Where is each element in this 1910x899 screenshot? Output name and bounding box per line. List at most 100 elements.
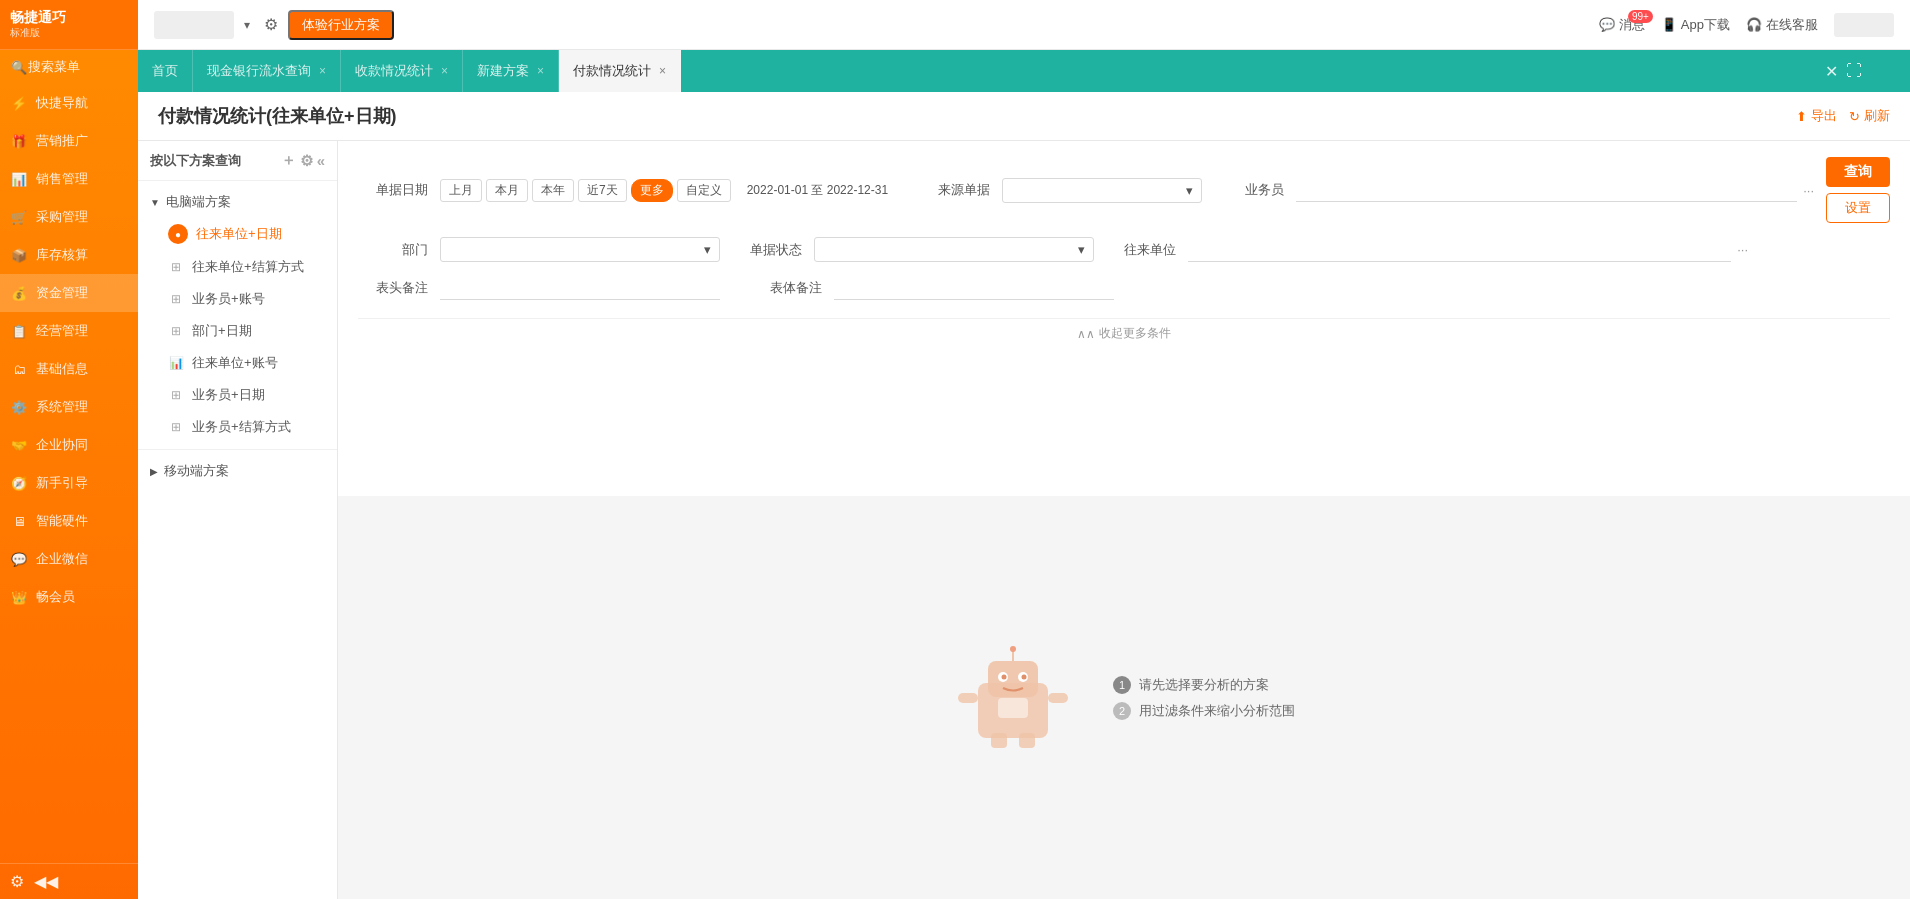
query-button[interactable]: 查询: [1826, 157, 1890, 187]
user-profile-item[interactable]: [1834, 13, 1894, 37]
mobile-scheme-section-header[interactable]: ▶ 移动端方案: [138, 456, 337, 486]
app-download-item[interactable]: 📱 App下载: [1661, 16, 1730, 34]
date-btn-this-year[interactable]: 本年: [532, 179, 574, 202]
sidebar-item-sales[interactable]: 📊 销售管理: [0, 160, 138, 198]
date-btn-this-month[interactable]: 本月: [486, 179, 528, 202]
scheme-settings-button[interactable]: ⚙: [300, 152, 313, 170]
main-area: ▾ ⚙ 体验行业方案 💬 消息 99+ 📱 App下载 🎧 在线客服 首页: [138, 0, 1910, 899]
user-profile-avatar: [1834, 13, 1894, 37]
sidebar-item-basic[interactable]: 🗂 基础信息: [0, 350, 138, 388]
sidebar-item-marketing[interactable]: 🎁 营销推广: [0, 122, 138, 160]
tabbar-close-icon[interactable]: ✕: [1825, 62, 1838, 81]
unit-input[interactable]: [1188, 238, 1731, 262]
staff-input[interactable]: [1296, 178, 1797, 202]
sidebar-item-quicknav[interactable]: ⚡ 快捷导航: [0, 84, 138, 122]
date-btn-custom[interactable]: 自定义: [677, 179, 731, 202]
member-icon: 👑: [10, 588, 28, 606]
empty-tip-1: 1 请先选择要分析的方案: [1113, 676, 1295, 694]
wechat-icon: 💬: [10, 550, 28, 568]
source-select[interactable]: ▾: [1002, 178, 1202, 203]
unit-dots-button[interactable]: ···: [1737, 242, 1748, 257]
desktop-scheme-section-header[interactable]: ▼ 电脑端方案: [138, 187, 337, 217]
scheme-item-staff-settle[interactable]: ⊞ 业务员+结算方式: [138, 411, 337, 443]
app-icon: 📱: [1661, 17, 1677, 32]
export-button[interactable]: ⬆ 导出: [1796, 107, 1837, 125]
sidebar-item-operation[interactable]: 📋 经营管理: [0, 312, 138, 350]
scheme-header-actions: ＋ ⚙ «: [281, 151, 325, 170]
scheme-item-dept-date[interactable]: ⊞ 部门+日期: [138, 315, 337, 347]
collapse-sidebar-icon[interactable]: ◀◀: [34, 872, 58, 891]
table-icon-1: ⊞: [168, 259, 184, 275]
table-icon-3: ⊞: [168, 323, 184, 339]
scheme-item-staff-date[interactable]: ⊞ 业务员+日期: [138, 379, 337, 411]
operation-icon: 📋: [10, 322, 28, 340]
chevron-up-icon: ∧∧: [1077, 327, 1095, 341]
dept-select[interactable]: ▾: [440, 237, 720, 262]
trial-button[interactable]: 体验行业方案: [288, 10, 394, 40]
svg-point-12: [1010, 646, 1016, 652]
tabbar-expand-icon[interactable]: ⛶: [1846, 62, 1862, 80]
scheme-item-unit-date[interactable]: ● 往来单位+日期: [138, 217, 337, 251]
quicknav-icon: ⚡: [10, 94, 28, 112]
svg-rect-8: [991, 733, 1007, 748]
settings-button[interactable]: 设置: [1826, 193, 1890, 223]
tab-payments[interactable]: 付款情况统计 ×: [559, 50, 681, 92]
topbar-dropdown[interactable]: ▾: [244, 18, 250, 32]
enterprise-icon: 🤝: [10, 436, 28, 454]
sidebar-item-purchase[interactable]: 🛒 采购管理: [0, 198, 138, 236]
hardware-icon: 🖥: [10, 512, 28, 530]
inventory-icon: 📦: [10, 246, 28, 264]
tip-num-2: 2: [1113, 702, 1131, 720]
scheme-item-staff-account[interactable]: ⊞ 业务员+账号: [138, 283, 337, 315]
tab-payments-close[interactable]: ×: [659, 64, 666, 78]
tab-receipts-close[interactable]: ×: [441, 64, 448, 78]
sidebar-item-inventory[interactable]: 📦 库存核算: [0, 236, 138, 274]
headset-icon: 🎧: [1746, 17, 1762, 32]
tab-newplan[interactable]: 新建方案 ×: [463, 50, 559, 92]
date-btn-more[interactable]: 更多: [631, 179, 673, 202]
message-badge: 99+: [1628, 10, 1653, 23]
tabbar-actions: ✕ ⛶: [1825, 62, 1870, 81]
sidebar-item-wechat[interactable]: 💬 企业微信: [0, 540, 138, 578]
scheme-item-unit-settle-label: 往来单位+结算方式: [192, 258, 304, 276]
scheme-item-unit-account[interactable]: 📊 往来单位+账号: [138, 347, 337, 379]
sidebar-item-finance[interactable]: 💰 资金管理: [0, 274, 138, 312]
empty-state-content: 1 请先选择要分析的方案 2 用过滤条件来缩小分析范围: [953, 643, 1295, 753]
tab-payments-label: 付款情况统计: [573, 62, 651, 80]
sidebar-item-member[interactable]: 👑 畅会员: [0, 578, 138, 616]
scheme-header: 按以下方案查询 ＋ ⚙ «: [138, 141, 337, 181]
message-icon: 💬: [1599, 17, 1615, 32]
date-btn-last-month[interactable]: 上月: [440, 179, 482, 202]
sidebar-item-enterprise[interactable]: 🤝 企业协同: [0, 426, 138, 464]
staff-dots-button[interactable]: ···: [1803, 183, 1814, 198]
service-item[interactable]: 🎧 在线客服: [1746, 16, 1818, 34]
sidebar-bottom: ⚙ ◀◀: [0, 863, 138, 899]
topbar-gear-icon[interactable]: ⚙: [264, 15, 278, 34]
body-note-input[interactable]: [834, 276, 1114, 300]
scheme-add-button[interactable]: ＋: [281, 151, 296, 170]
tab-cashflow-close[interactable]: ×: [319, 64, 326, 78]
tab-newplan-close[interactable]: ×: [537, 64, 544, 78]
refresh-button[interactable]: ↻ 刷新: [1849, 107, 1890, 125]
collapse-conditions-button[interactable]: ∧∧ 收起更多条件: [358, 318, 1890, 348]
filter-area: 单据日期 上月 本月 本年 近7天 更多 自定义 2022-01-01 至 20…: [338, 141, 1910, 496]
tab-home[interactable]: 首页: [138, 50, 193, 92]
header-note-input[interactable]: [440, 276, 720, 300]
sidebar-item-guide[interactable]: 🧭 新手引导: [0, 464, 138, 502]
date-btn-7days[interactable]: 近7天: [578, 179, 627, 202]
unit-label: 往来单位: [1106, 241, 1176, 259]
filter-scheme-row: 按以下方案查询 ＋ ⚙ « ▼ 电脑端方案 ● 往来单位+日期: [138, 141, 1910, 899]
source-chevron-down-icon: ▾: [1186, 183, 1193, 198]
sidebar-item-search[interactable]: 🔍 搜索菜单: [0, 50, 138, 84]
settings-bottom-icon[interactable]: ⚙: [10, 872, 24, 891]
tab-cashflow[interactable]: 现金银行流水查询 ×: [193, 50, 341, 92]
tip-text-1: 请先选择要分析的方案: [1139, 676, 1269, 694]
sidebar-item-system[interactable]: ⚙️ 系统管理: [0, 388, 138, 426]
status-select[interactable]: ▾: [814, 237, 1094, 262]
tab-receipts[interactable]: 收款情况统计 ×: [341, 50, 463, 92]
scheme-item-unit-settle[interactable]: ⊞ 往来单位+结算方式: [138, 251, 337, 283]
scheme-item-staff-settle-label: 业务员+结算方式: [192, 418, 291, 436]
sidebar-item-hardware[interactable]: 🖥 智能硬件: [0, 502, 138, 540]
message-item[interactable]: 💬 消息 99+: [1599, 16, 1645, 34]
scheme-collapse-button[interactable]: «: [317, 152, 325, 169]
